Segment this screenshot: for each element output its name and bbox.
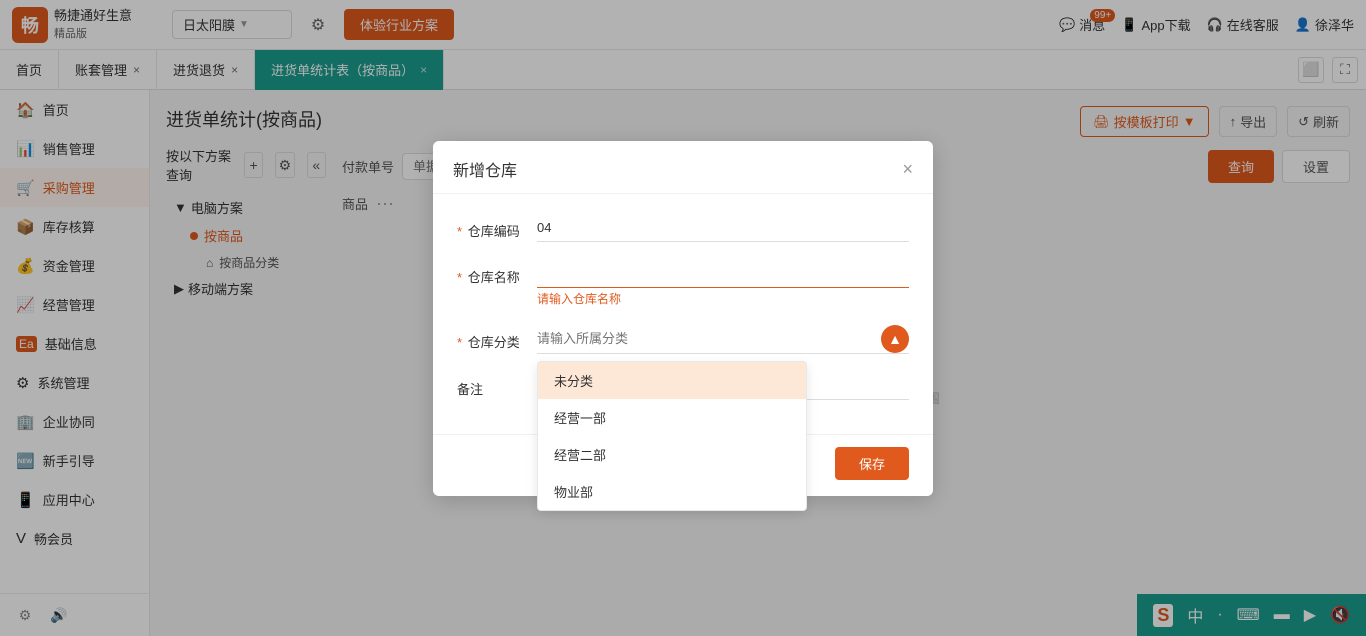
name-field: * 仓库名称 请输入仓库名称 bbox=[457, 260, 909, 307]
category-field: * 仓库分类 ▲ 未分类 经营一部 经营二部 物业部 bbox=[457, 325, 909, 354]
name-error-message: 请输入仓库名称 bbox=[537, 290, 909, 307]
code-input[interactable] bbox=[537, 214, 909, 242]
dialog-title: 新增仓库 bbox=[453, 157, 517, 181]
code-label: * 仓库编码 bbox=[457, 214, 537, 240]
dropdown-item-ops2[interactable]: 经营二部 bbox=[538, 436, 806, 473]
name-input[interactable] bbox=[537, 260, 909, 288]
dropdown-item-property[interactable]: 物业部 bbox=[538, 473, 806, 510]
category-input-wrap: ▲ bbox=[537, 325, 909, 354]
category-dropdown: 未分类 经营一部 经营二部 物业部 bbox=[537, 361, 807, 511]
modal-overlay[interactable]: 新增仓库 × * 仓库编码 * 仓库名称 请输入仓库名称 bbox=[0, 0, 1366, 636]
category-label: * 仓库分类 bbox=[457, 325, 537, 351]
dialog-body: * 仓库编码 * 仓库名称 请输入仓库名称 * bbox=[433, 194, 933, 434]
category-toggle-button[interactable]: ▲ bbox=[881, 325, 909, 353]
dialog-close-button[interactable]: × bbox=[902, 160, 913, 178]
save-button[interactable]: 保存 bbox=[835, 447, 909, 480]
name-label: * 仓库名称 bbox=[457, 260, 537, 286]
required-star-code: * bbox=[457, 224, 462, 239]
code-field: * 仓库编码 bbox=[457, 214, 909, 242]
dropdown-item-ops1[interactable]: 经营一部 bbox=[538, 399, 806, 436]
add-warehouse-dialog: 新增仓库 × * 仓库编码 * 仓库名称 请输入仓库名称 bbox=[433, 141, 933, 496]
remark-label: 备注 bbox=[457, 372, 537, 398]
required-star-name: * bbox=[457, 270, 462, 285]
required-star-category: * bbox=[457, 335, 462, 350]
dropdown-item-uncategorized[interactable]: 未分类 bbox=[538, 362, 806, 399]
category-input[interactable] bbox=[537, 325, 881, 352]
category-input-area: ▲ 未分类 经营一部 经营二部 物业部 bbox=[537, 325, 909, 354]
dialog-header: 新增仓库 × bbox=[433, 141, 933, 194]
